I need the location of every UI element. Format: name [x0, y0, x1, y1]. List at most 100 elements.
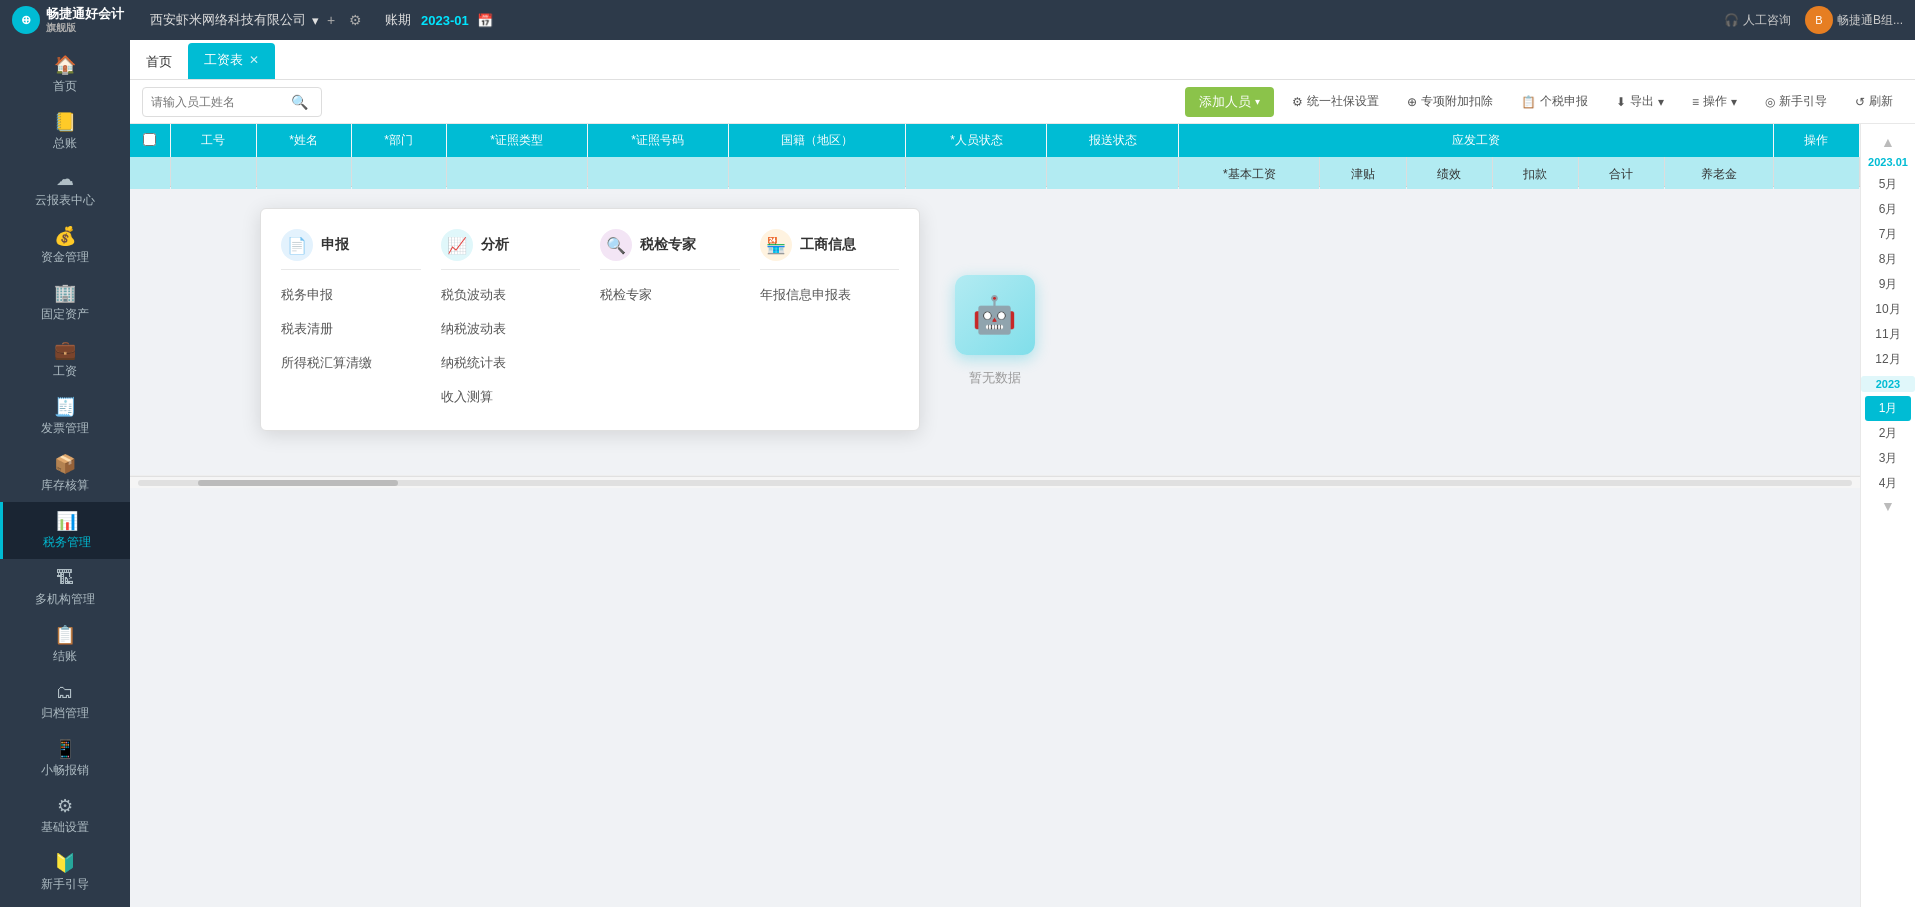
new-guide-button[interactable]: ◎ 新手引导	[1755, 87, 1837, 117]
search-wrap[interactable]: 🔍	[142, 87, 322, 117]
timeline-month-5[interactable]: 5月	[1861, 172, 1915, 197]
operations-icon: ≡	[1692, 95, 1699, 109]
th-pension: 养老金	[1664, 160, 1773, 190]
timeline-month-11[interactable]: 11月	[1861, 322, 1915, 347]
special-deduct-button[interactable]: ⊕ 专项附加扣除	[1397, 87, 1503, 117]
search-icon: 🔍	[291, 94, 308, 110]
income-tax-item[interactable]: 所得税汇算清缴	[281, 350, 421, 376]
add-person-button[interactable]: 添加人员 ▾	[1185, 87, 1274, 117]
company-name: 西安虾米网络科技有限公司	[150, 11, 306, 29]
sidebar-label-tax: 税务管理	[43, 534, 91, 551]
headset-icon: 🎧	[1724, 13, 1739, 27]
calendar-icon[interactable]: 📅	[477, 13, 493, 28]
tab-bar: 首页 工资表 ✕	[130, 40, 1915, 80]
sidebar-label-guide: 新手引导	[41, 876, 89, 893]
timeline-month-1[interactable]: 1月	[1865, 396, 1911, 421]
payroll-icon: 💼	[54, 341, 76, 359]
sidebar-item-mini[interactable]: 📱 小畅报销	[0, 730, 130, 787]
th-total: 合计	[1578, 160, 1664, 190]
sidebar-item-inventory[interactable]: 📦 库存核算	[0, 445, 130, 502]
dropdown-section-commerce: 🏪 工商信息 年报信息申报表	[760, 229, 900, 410]
export-button[interactable]: ⬇ 导出 ▾	[1606, 87, 1674, 117]
sidebar-item-home[interactable]: 🏠 首页	[0, 46, 130, 103]
th-base-salary: *基本工资	[1179, 160, 1320, 190]
company-dropdown-icon[interactable]: ▾	[312, 13, 319, 28]
sidebar-label-invoice: 发票管理	[41, 420, 89, 437]
logo-icon: ⊕	[12, 6, 40, 34]
sidebar-item-invoice[interactable]: 🧾 发票管理	[0, 388, 130, 445]
sidebar-item-assets[interactable]: 🏢 固定资产	[0, 274, 130, 331]
scrollbar-track[interactable]	[138, 480, 1852, 486]
company-selector[interactable]: 西安虾米网络科技有限公司 ▾	[150, 11, 319, 29]
operations-button[interactable]: ≡ 操作 ▾	[1682, 87, 1747, 117]
sidebar-item-guide[interactable]: 🔰 新手引导	[0, 844, 130, 901]
tab-close-icon[interactable]: ✕	[249, 53, 259, 67]
horizontal-scrollbar[interactable]	[130, 476, 1860, 488]
invoice-icon: 🧾	[54, 398, 76, 416]
service-button[interactable]: 🎧 人工咨询	[1724, 12, 1791, 29]
period-display[interactable]: 账期 2023-01 📅	[385, 11, 493, 29]
timeline-month-3[interactable]: 3月	[1861, 446, 1915, 471]
search-input[interactable]	[151, 95, 291, 109]
refresh-button[interactable]: ↺ 刷新	[1845, 87, 1903, 117]
sidebar-label-mini: 小畅报销	[41, 762, 89, 779]
th-checkbox[interactable]	[130, 124, 170, 157]
tab-home-label: 首页	[146, 53, 172, 71]
timeline-nav-up[interactable]: ▲	[1881, 132, 1895, 152]
declare-section-header: 📄 申报	[281, 229, 421, 270]
unified-social-button[interactable]: ⚙ 统一社保设置	[1282, 87, 1389, 117]
table-wrapper[interactable]: 📄 申报 税务申报 税表清册 所得税汇算清缴 📈 分析	[130, 124, 1860, 907]
timeline-month-10[interactable]: 10月	[1861, 297, 1915, 322]
add-person-dropdown-arrow: ▾	[1255, 96, 1260, 107]
timeline-nav-down[interactable]: ▼	[1881, 496, 1895, 516]
tax-stats-item[interactable]: 纳税统计表	[441, 350, 581, 376]
sidebar-item-settings[interactable]: ⚙ 基础设置	[0, 787, 130, 844]
sidebar-item-cloud[interactable]: ☁ 云报表中心	[0, 160, 130, 217]
th-submit-status: 报送状态	[1047, 124, 1179, 157]
sidebar-item-archive[interactable]: 🗂 归档管理	[0, 673, 130, 730]
income-calc-item[interactable]: 收入测算	[441, 384, 581, 410]
sidebar: 🏠 首页 📒 总账 ☁ 云报表中心 💰 资金管理 🏢 固定资产 💼 工资 🧾 发…	[0, 40, 130, 907]
personal-tax-button[interactable]: 📋 个税申报	[1511, 87, 1598, 117]
tax-payment-item[interactable]: 纳税波动表	[441, 316, 581, 342]
declare-icon: 📄	[281, 229, 313, 261]
sidebar-item-tax[interactable]: 📊 税务管理	[0, 502, 130, 559]
tax-declare-item[interactable]: 税务申报	[281, 282, 421, 308]
sidebar-label-archive: 归档管理	[41, 705, 89, 722]
timeline-month-12[interactable]: 12月	[1861, 347, 1915, 372]
export-icon: ⬇	[1616, 95, 1626, 109]
timeline-month-8[interactable]: 8月	[1861, 247, 1915, 272]
annual-report-item[interactable]: 年报信息申报表	[760, 282, 900, 308]
sidebar-item-funds[interactable]: 💰 资金管理	[0, 217, 130, 274]
period-label: 账期	[385, 11, 411, 29]
tab-payroll[interactable]: 工资表 ✕	[188, 43, 275, 79]
tax-expert-item[interactable]: 税检专家	[600, 282, 740, 308]
sidebar-label-multi-org: 多机构管理	[35, 591, 95, 608]
sidebar-label-ledger: 总账	[53, 135, 77, 152]
add-company-button[interactable]: +	[319, 8, 343, 32]
sidebar-item-payroll[interactable]: 💼 工资	[0, 331, 130, 388]
th-name: *姓名	[256, 124, 351, 157]
timeline-month-9[interactable]: 9月	[1861, 272, 1915, 297]
add-person-label: 添加人员	[1199, 93, 1251, 111]
tax-table-item[interactable]: 税表清册	[281, 316, 421, 342]
sidebar-item-member[interactable]: ✦ 畅会员	[0, 901, 130, 907]
sidebar-item-close[interactable]: 📋 结账	[0, 616, 130, 673]
sidebar-item-ledger[interactable]: 📒 总账	[0, 103, 130, 160]
th-id: 工号	[170, 124, 256, 157]
tab-home[interactable]: 首页	[130, 45, 188, 79]
timeline-month-2[interactable]: 2月	[1861, 421, 1915, 446]
app-title: 畅捷通好会计	[46, 6, 124, 22]
timeline-month-7[interactable]: 7月	[1861, 222, 1915, 247]
select-all-checkbox[interactable]	[143, 133, 156, 146]
sidebar-label-assets: 固定资产	[41, 306, 89, 323]
settings-icon[interactable]: ⚙	[343, 8, 367, 32]
th-allowance: 津贴	[1320, 160, 1406, 190]
timeline-month-6[interactable]: 6月	[1861, 197, 1915, 222]
timeline-month-4[interactable]: 4月	[1861, 471, 1915, 496]
assets-icon: 🏢	[54, 284, 76, 302]
sidebar-item-multi-org[interactable]: 🏗 多机构管理	[0, 559, 130, 616]
user-menu[interactable]: B 畅捷通B组...	[1805, 6, 1903, 34]
tax-burden-item[interactable]: 税负波动表	[441, 282, 581, 308]
scrollbar-thumb[interactable]	[198, 480, 398, 486]
